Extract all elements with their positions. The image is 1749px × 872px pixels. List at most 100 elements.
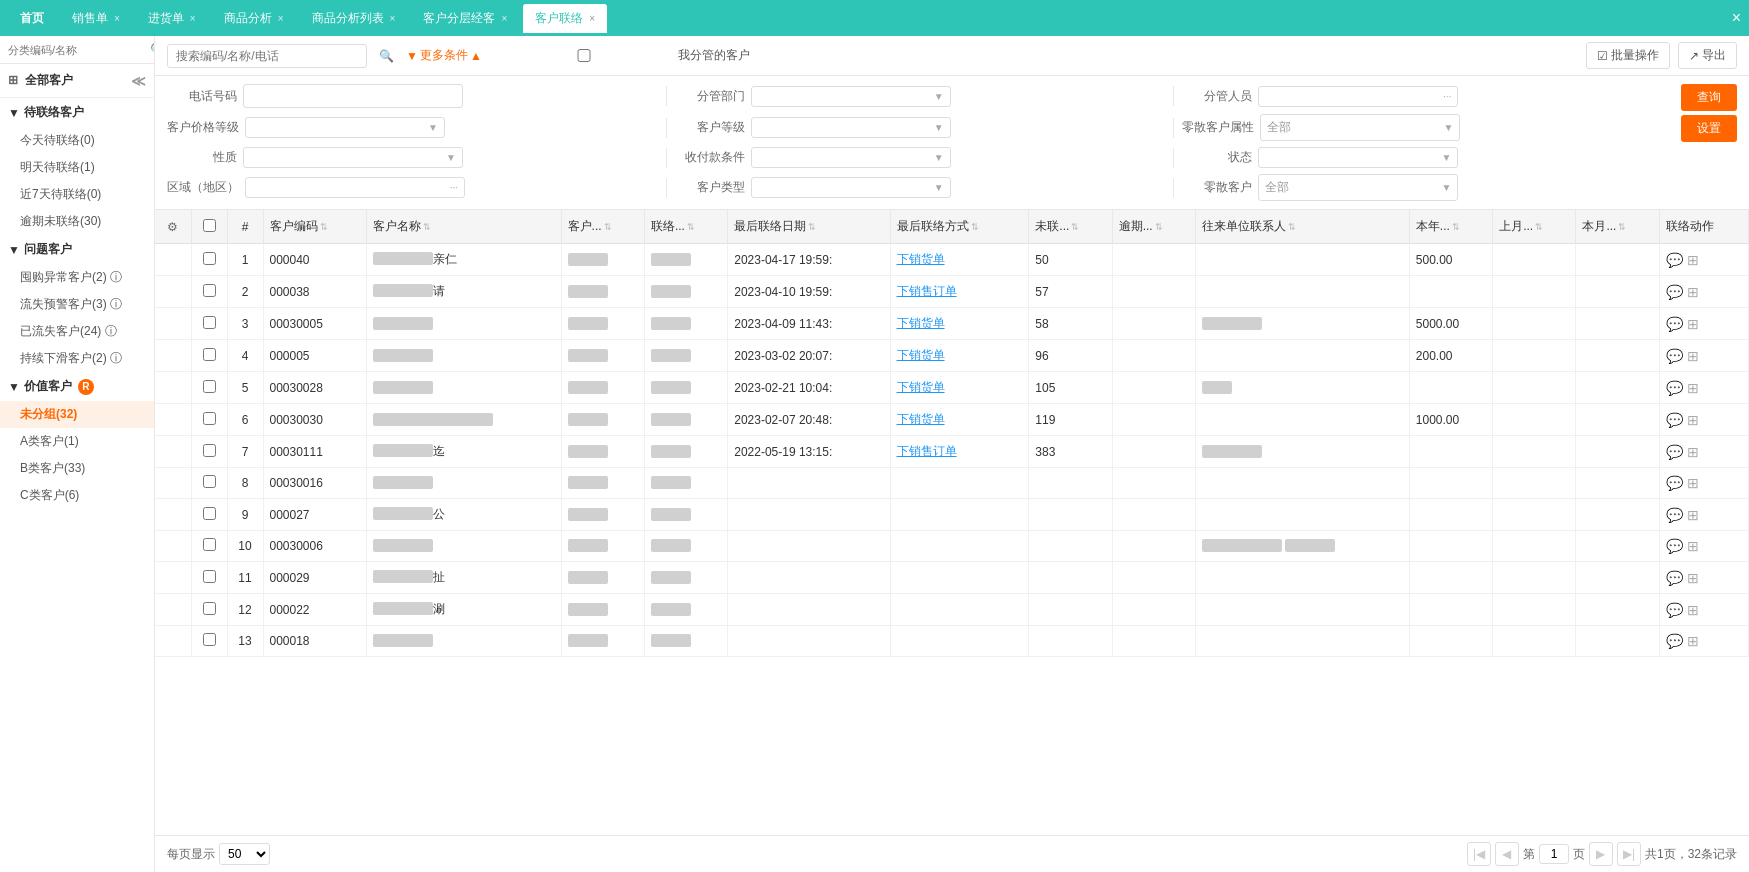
sidebar-collapse-icon[interactable]: ≪ <box>131 73 146 89</box>
customer-level-select[interactable]: ▼ <box>751 117 951 138</box>
sidebar-item-c-class[interactable]: C类客户(6) <box>0 482 154 509</box>
row-select[interactable] <box>203 633 216 646</box>
row-checkbox[interactable] <box>191 404 227 436</box>
contact-person-header[interactable]: 往来单位联系人⇅ <box>1195 210 1409 244</box>
sidebar-item-churned[interactable]: 已流失客户(24) ⓘ <box>0 318 154 345</box>
contact-method-link[interactable]: 下销货单 <box>897 348 945 362</box>
contact-column-header[interactable]: 联络...⇅ <box>644 210 727 244</box>
sidebar-item-abnormal[interactable]: 囤购异常客户(2) ⓘ <box>0 264 154 291</box>
action-message-icon[interactable]: 💬 <box>1666 475 1683 491</box>
action-qr-icon[interactable]: ⊞ <box>1687 412 1699 428</box>
sidebar-search-input[interactable] <box>8 44 146 56</box>
row-select[interactable] <box>203 444 216 457</box>
action-message-icon[interactable]: 💬 <box>1666 316 1683 332</box>
nav-tab-sales[interactable]: 销售单 × <box>60 4 132 33</box>
code-column-header[interactable]: 客户编码⇅ <box>263 210 367 244</box>
name-column-header[interactable]: 客户名称⇅ <box>367 210 561 244</box>
row-select[interactable] <box>203 538 216 551</box>
action-qr-icon[interactable]: ⊞ <box>1687 380 1699 396</box>
action-qr-icon[interactable]: ⊞ <box>1687 348 1699 364</box>
nav-tab-customer-layer[interactable]: 客户分层经客 × <box>411 4 519 33</box>
tab-customer-layer-close[interactable]: × <box>501 13 507 24</box>
sidebar-item-7days[interactable]: 近7天待联络(0) <box>0 181 154 208</box>
action-message-icon[interactable]: 💬 <box>1666 602 1683 618</box>
row-select[interactable] <box>203 348 216 361</box>
action-qr-icon[interactable]: ⊞ <box>1687 570 1699 586</box>
nav-tab-home[interactable]: 首页 <box>8 4 56 33</box>
last-contact-method-header[interactable]: 最后联络方式⇅ <box>890 210 1029 244</box>
row-checkbox[interactable] <box>191 562 227 594</box>
retail-attr-select[interactable]: 全部 ▼ <box>1260 114 1460 141</box>
gear-column-header[interactable]: ⚙ <box>155 210 191 244</box>
action-message-icon[interactable]: 💬 <box>1666 284 1683 300</box>
sidebar-all-customers[interactable]: ⊞ 全部客户 ≪ <box>0 64 154 98</box>
row-select[interactable] <box>203 602 216 615</box>
person-select[interactable]: ··· <box>1258 86 1458 107</box>
action-message-icon[interactable]: 💬 <box>1666 538 1683 554</box>
last-contact-date-header[interactable]: 最后联络日期⇅ <box>728 210 890 244</box>
window-close-button[interactable]: × <box>1732 9 1741 27</box>
action-message-icon[interactable]: 💬 <box>1666 570 1683 586</box>
sidebar-item-churn-warning[interactable]: 流失预警客户(3) ⓘ <box>0 291 154 318</box>
dept-select[interactable]: ▼ <box>751 86 951 107</box>
contact-method-link[interactable]: 下销售订单 <box>897 444 957 458</box>
tab-purchase-close[interactable]: × <box>190 13 196 24</box>
row-checkbox[interactable] <box>191 626 227 657</box>
contact-method-link[interactable]: 下销售订单 <box>897 284 957 298</box>
sidebar-item-overdue[interactable]: 逾期未联络(30) <box>0 208 154 235</box>
phone-input[interactable] <box>243 84 463 108</box>
price-level-select[interactable]: ▼ <box>245 117 445 138</box>
last-month-header[interactable]: 上月...⇅ <box>1493 210 1576 244</box>
my-customers-checkbox-label[interactable]: 我分管的客户 <box>494 47 750 64</box>
this-month-header[interactable]: 本月...⇅ <box>1576 210 1659 244</box>
row-checkbox[interactable] <box>191 276 227 308</box>
action-qr-icon[interactable]: ⊞ <box>1687 602 1699 618</box>
row-select[interactable] <box>203 284 216 297</box>
nav-tab-goods-analysis[interactable]: 商品分析 × <box>212 4 296 33</box>
nav-tab-purchase[interactable]: 进货单 × <box>136 4 208 33</box>
row-checkbox[interactable] <box>191 468 227 499</box>
action-message-icon[interactable]: 💬 <box>1666 507 1683 523</box>
first-page-button[interactable]: |◀ <box>1467 842 1491 866</box>
sidebar-item-b-class[interactable]: B类客户(33) <box>0 455 154 482</box>
row-select[interactable] <box>203 507 216 520</box>
checkbox-column-header[interactable] <box>191 210 227 244</box>
row-checkbox[interactable] <box>191 531 227 562</box>
action-qr-icon[interactable]: ⊞ <box>1687 538 1699 554</box>
action-qr-icon[interactable]: ⊞ <box>1687 444 1699 460</box>
sidebar-group-value[interactable]: ▼ 价值客户 R <box>0 372 154 401</box>
action-qr-icon[interactable]: ⊞ <box>1687 633 1699 649</box>
sidebar-item-tomorrow[interactable]: 明天待联络(1) <box>0 154 154 181</box>
select-all-checkbox[interactable] <box>203 219 216 232</box>
action-message-icon[interactable]: 💬 <box>1666 380 1683 396</box>
row-select[interactable] <box>203 380 216 393</box>
last-page-button[interactable]: ▶| <box>1617 842 1641 866</box>
nav-tab-goods-analysis-list[interactable]: 商品分析列表 × <box>300 4 408 33</box>
action-qr-icon[interactable]: ⊞ <box>1687 507 1699 523</box>
row-checkbox[interactable] <box>191 436 227 468</box>
reset-button[interactable]: 设置 <box>1681 115 1737 142</box>
action-message-icon[interactable]: 💬 <box>1666 348 1683 364</box>
action-qr-icon[interactable]: ⊞ <box>1687 252 1699 268</box>
contact-method-link[interactable]: 下销货单 <box>897 316 945 330</box>
export-button[interactable]: ↗ 导出 <box>1678 42 1737 69</box>
row-checkbox[interactable] <box>191 340 227 372</box>
row-checkbox[interactable] <box>191 499 227 531</box>
nature-select[interactable]: ▼ <box>243 147 463 168</box>
action-qr-icon[interactable]: ⊞ <box>1687 475 1699 491</box>
retail-select[interactable]: 全部 ▼ <box>1258 174 1458 201</box>
row-select[interactable] <box>203 412 216 425</box>
action-message-icon[interactable]: 💬 <box>1666 633 1683 649</box>
row-select[interactable] <box>203 570 216 583</box>
search-input[interactable] <box>167 44 367 68</box>
row-select[interactable] <box>203 316 216 329</box>
action-message-icon[interactable]: 💬 <box>1666 412 1683 428</box>
row-checkbox[interactable] <box>191 372 227 404</box>
action-message-icon[interactable]: 💬 <box>1666 444 1683 460</box>
sidebar-item-ungroup[interactable]: 未分组(32) <box>0 401 154 428</box>
action-qr-icon[interactable]: ⊞ <box>1687 316 1699 332</box>
sidebar-group-problem[interactable]: ▼ 问题客户 <box>0 235 154 264</box>
overdue-header[interactable]: 逾期...⇅ <box>1112 210 1195 244</box>
contact-method-link[interactable]: 下销货单 <box>897 412 945 426</box>
status-select[interactable]: ▼ <box>1258 147 1458 168</box>
